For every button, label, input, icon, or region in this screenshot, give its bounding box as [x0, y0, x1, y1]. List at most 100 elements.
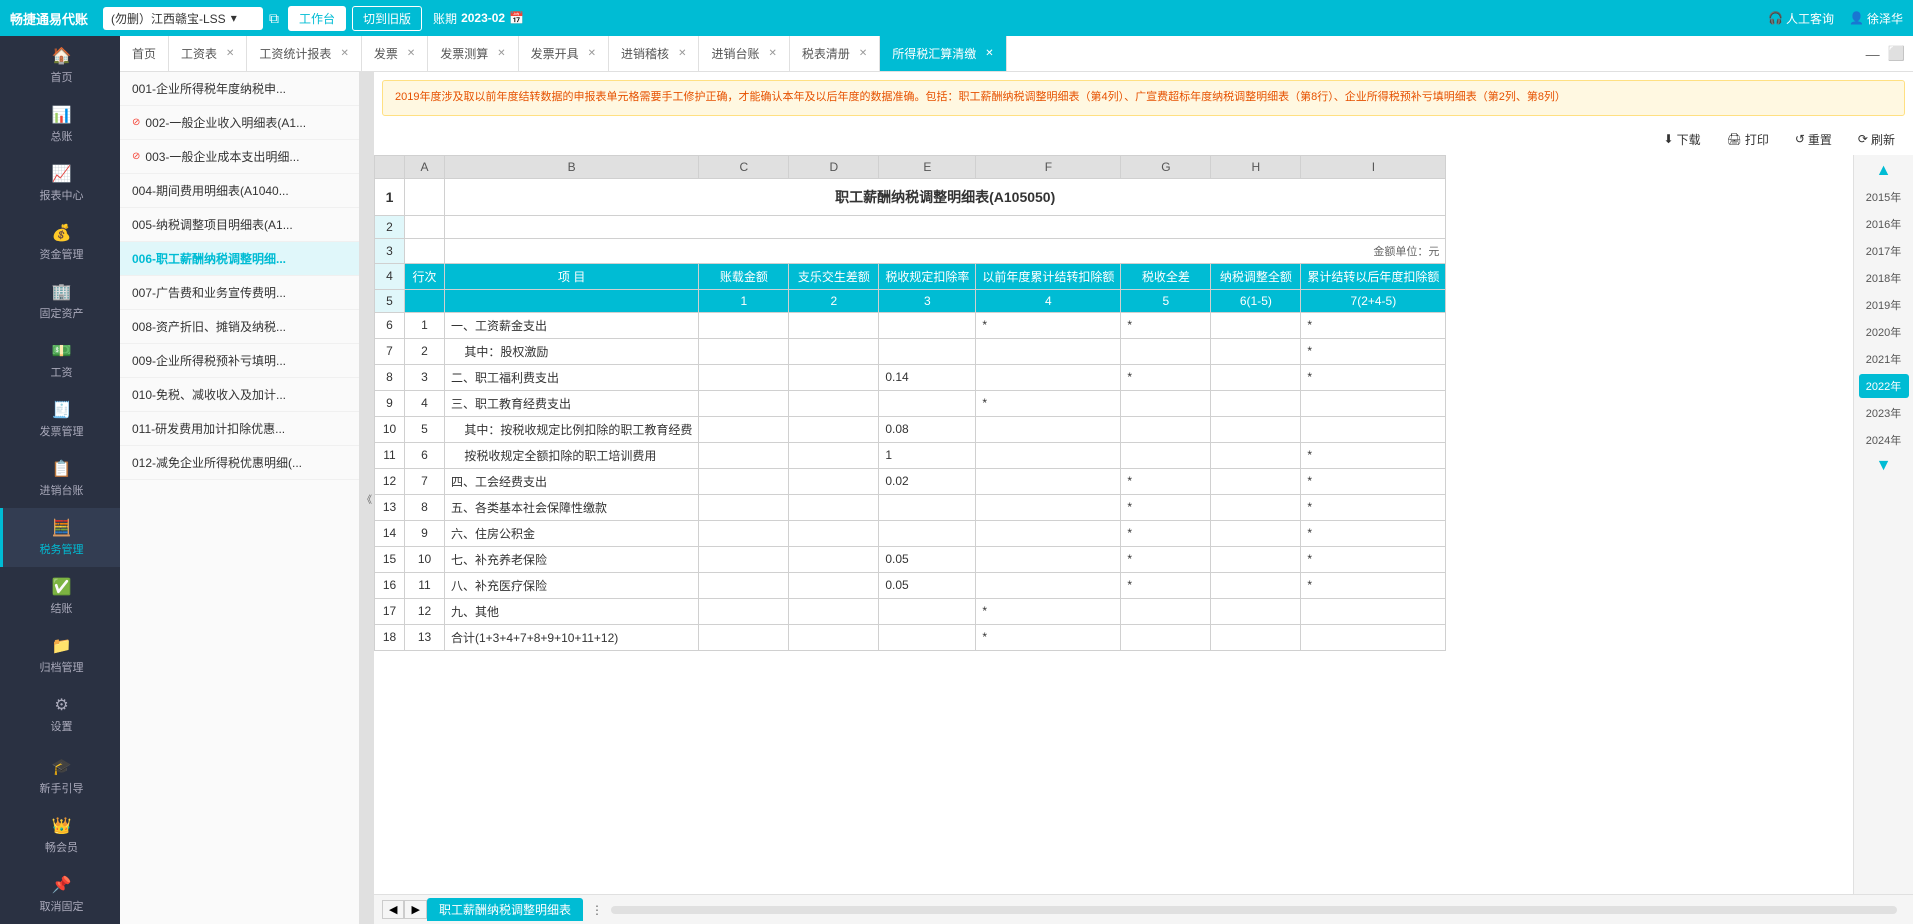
bottom-bar: ◀ ▶ 职工薪酬纳税调整明细表 ⋮: [374, 894, 1913, 924]
print-button[interactable]: 🖨 打印: [1719, 128, 1777, 151]
year-nav-down[interactable]: ▼: [1874, 455, 1894, 477]
tab-audit[interactable]: 进销稽核 ✕: [609, 36, 699, 72]
cell-17-A: 12: [405, 598, 445, 624]
list-item-011[interactable]: 011-研发费用加计扣除优惠...: [120, 412, 359, 446]
row-num-7: 7: [375, 338, 405, 364]
sidebar-item-archive[interactable]: 📁 归档管理: [0, 626, 120, 685]
sheet-nav-prev[interactable]: ◀: [382, 900, 404, 919]
sheet-options-icon[interactable]: ⋮: [591, 903, 603, 917]
cell-14-C: [699, 520, 789, 546]
download-button[interactable]: ⬇ 下载: [1656, 128, 1709, 151]
list-item-006[interactable]: 006-职工薪酬纳税调整明细...: [120, 242, 359, 276]
list-item-003[interactable]: ⊘ 003-一般企业成本支出明细...: [120, 140, 359, 174]
sidebar-item-tax[interactable]: 🧮 税务管理: [0, 508, 120, 567]
cell-10-B: 其中：按税收规定比例扣除的职工教育经费: [445, 416, 699, 442]
list-item-002[interactable]: ⊘ 002-一般企业收入明细表(A1...: [120, 106, 359, 140]
tab-close-income-tax[interactable]: ✕: [985, 48, 993, 59]
tab-close-tax-register[interactable]: ✕: [859, 48, 867, 59]
company-dropdown-icon: ▾: [231, 11, 237, 25]
switch-old-button[interactable]: 切到旧版: [352, 6, 422, 31]
tab-invoice[interactable]: 发票 ✕: [362, 36, 428, 72]
sidebar-item-unpin[interactable]: 📌 取消固定: [0, 865, 120, 924]
sidebar-item-invoice[interactable]: 🧾 发票管理: [0, 390, 120, 449]
tab-minimize-button[interactable]: —: [1866, 46, 1880, 62]
cell-6-G: *: [1121, 312, 1211, 338]
year-btn-2015[interactable]: 2015年: [1859, 185, 1909, 209]
list-item-009[interactable]: 009-企业所得税预补亏填明...: [120, 344, 359, 378]
year-nav-up[interactable]: ▲: [1874, 160, 1894, 182]
col-C-header: C: [699, 155, 789, 178]
sidebar-item-assets[interactable]: 🏢 固定资产: [0, 272, 120, 331]
year-btn-2022[interactable]: 2022年: [1859, 374, 1909, 398]
cell-7-G: [1121, 338, 1211, 364]
horizontal-scrollbar[interactable]: [611, 906, 1897, 914]
sidebar-item-close[interactable]: ✅ 结账: [0, 567, 120, 626]
tab-close-invoice[interactable]: ✕: [407, 48, 415, 59]
list-item-007[interactable]: 007-广告费和业务宣传费明...: [120, 276, 359, 310]
sales-icon: 📋: [52, 459, 72, 479]
cell-6-B: 一、工资薪金支出: [445, 312, 699, 338]
sidebar-item-guide[interactable]: 🎓 新手引导: [0, 747, 120, 806]
year-btn-2018[interactable]: 2018年: [1859, 266, 1909, 290]
tab-close-invoice-calc[interactable]: ✕: [497, 48, 505, 59]
tab-tax-register[interactable]: 税表清册 ✕: [790, 36, 880, 72]
year-btn-2020[interactable]: 2020年: [1859, 320, 1909, 344]
tab-payroll-stats[interactable]: 工资统计报表 ✕: [247, 36, 361, 72]
year-btn-2024[interactable]: 2024年: [1859, 428, 1909, 452]
tab-maximize-button[interactable]: ⬜: [1888, 45, 1905, 62]
cell-11-C: [699, 442, 789, 468]
tab-home[interactable]: 首页: [120, 36, 169, 72]
reports-icon: 📈: [52, 164, 72, 184]
user-menu-btn[interactable]: 👤 徐泽华: [1849, 10, 1903, 27]
tab-close-payroll[interactable]: ✕: [226, 48, 234, 59]
year-btn-2017[interactable]: 2017年: [1859, 239, 1909, 263]
period-calendar-icon[interactable]: 📅: [509, 11, 524, 25]
table-row-2: 2: [375, 215, 1446, 238]
list-item-004[interactable]: 004-期间费用明细表(A1040...: [120, 174, 359, 208]
tab-close-payroll-stats[interactable]: ✕: [340, 48, 348, 59]
sidebar-item-home[interactable]: 🏠 首页: [0, 36, 120, 95]
reset-button[interactable]: ↺ 重置: [1787, 128, 1840, 151]
list-item-005[interactable]: 005-纳税调整项目明细表(A1...: [120, 208, 359, 242]
panel-collapse-button[interactable]: 《: [360, 72, 374, 924]
sidebar-item-settings[interactable]: ⚙ 设置: [0, 685, 120, 744]
year-btn-2019[interactable]: 2019年: [1859, 293, 1909, 317]
company-selector[interactable]: (勿删）江西赣宝-LSS ▾: [103, 7, 263, 30]
tab-sales-ledger[interactable]: 进销台账 ✕: [699, 36, 789, 72]
tab-close-audit[interactable]: ✕: [678, 48, 686, 59]
cell-7-H: [1211, 338, 1301, 364]
tab-income-tax[interactable]: 所得税汇算清缴 ✕: [880, 36, 1006, 72]
refresh-button[interactable]: ⟳ 刷新: [1850, 128, 1903, 151]
list-item-012[interactable]: 012-减免企业所得税优惠明细(...: [120, 446, 359, 480]
tab-close-invoice-issue[interactable]: ✕: [588, 48, 596, 59]
year-btn-2021[interactable]: 2021年: [1859, 347, 1909, 371]
cell-10-F: [976, 416, 1121, 442]
sheet-nav-next[interactable]: ▶: [404, 900, 426, 919]
sidebar-item-reports[interactable]: 📈 报表中心: [0, 154, 120, 213]
year-btn-2023[interactable]: 2023年: [1859, 401, 1909, 425]
customer-service-btn[interactable]: 🎧 人工客询: [1768, 10, 1834, 27]
cell-11-B: 按税收规定全额扣除的职工培训费用: [445, 442, 699, 468]
tab-invoice-calc[interactable]: 发票测算 ✕: [428, 36, 518, 72]
sheet-tab[interactable]: 职工薪酬纳税调整明细表: [427, 898, 583, 921]
cell-18-E: [879, 624, 976, 650]
table-row: 18 13 合计(1+3+4+7+8+9+10+11+12) *: [375, 624, 1446, 650]
list-item-008[interactable]: 008-资产折旧、摊销及纳税...: [120, 310, 359, 344]
tab-payroll[interactable]: 工资表 ✕: [169, 36, 247, 72]
cell-11-D: [789, 442, 879, 468]
tab-close-sales-ledger[interactable]: ✕: [768, 48, 776, 59]
sidebar-item-funds[interactable]: 💰 资金管理: [0, 213, 120, 272]
cell-15-B: 七、补充养老保险: [445, 546, 699, 572]
cell-10-A: 5: [405, 416, 445, 442]
tab-bar-actions: — ⬜: [1858, 45, 1913, 62]
year-btn-2016[interactable]: 2016年: [1859, 212, 1909, 236]
list-item-010[interactable]: 010-免税、减收收入及加计...: [120, 378, 359, 412]
sidebar-item-ledger[interactable]: 📊 总账: [0, 95, 120, 154]
workspace-button[interactable]: 工作台: [288, 6, 346, 31]
list-item-001[interactable]: 001-企业所得税年度纳税申...: [120, 72, 359, 106]
tab-invoice-issue[interactable]: 发票开具 ✕: [519, 36, 609, 72]
sidebar-item-member[interactable]: 👑 畅会员: [0, 806, 120, 865]
copy-icon[interactable]: ⧉: [269, 10, 279, 27]
sidebar-item-sales[interactable]: 📋 进销台账: [0, 449, 120, 508]
sidebar-item-payroll[interactable]: 💵 工资: [0, 331, 120, 390]
